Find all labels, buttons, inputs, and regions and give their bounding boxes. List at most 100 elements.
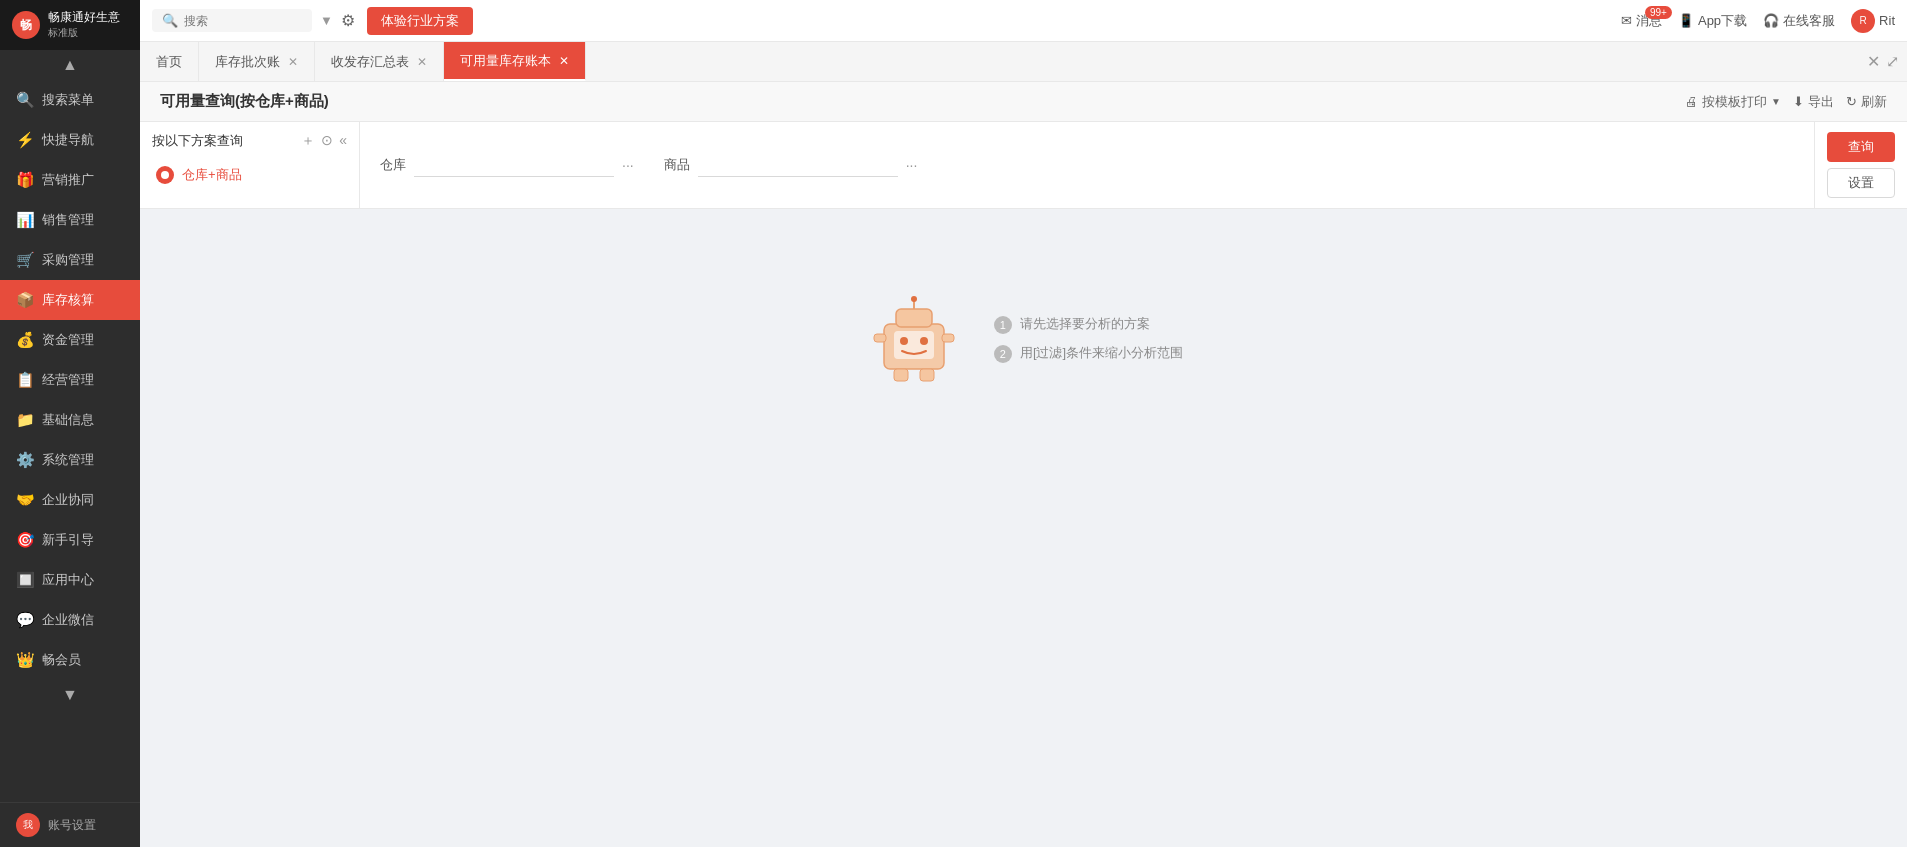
topbar-search-box: 🔍 (152, 9, 312, 32)
sidebar-item-operations[interactable]: 📋 经营管理 (0, 360, 140, 400)
page-header: 可用量查询(按仓库+商品) 🖨 按模板打印 ▼ ⬇ 导出 ↻ 刷新 (140, 82, 1907, 122)
sidebar-item-wechat[interactable]: 💬 企业微信 (0, 600, 140, 640)
print-btn[interactable]: 🖨 按模板打印 ▼ (1685, 93, 1781, 111)
user-name: Rit (1879, 13, 1895, 28)
sidebar-item-cooperation[interactable]: 🤝 企业协同 (0, 480, 140, 520)
message-btn[interactable]: ✉ 消息 99+ (1621, 12, 1662, 30)
target-icon: 🎯 (16, 531, 34, 549)
wechat-icon: 💬 (16, 611, 34, 629)
tab-summary[interactable]: 收发存汇总表 ✕ (315, 42, 444, 81)
sidebar-item-newbie[interactable]: 🎯 新手引导 (0, 520, 140, 560)
export-btn[interactable]: ⬇ 导出 (1793, 93, 1834, 111)
scheme-header-label: 按以下方案查询 (152, 132, 243, 150)
industry-btn[interactable]: 体验行业方案 (367, 7, 473, 35)
tip-num-1: 1 (994, 316, 1012, 334)
sidebar-item-shortcut[interactable]: ⚡ 快捷导航 (0, 120, 140, 160)
sidebar-brand-subtitle: 标准版 (48, 26, 120, 40)
tip-text-1: 请先选择要分析的方案 (1020, 315, 1150, 333)
svg-point-10 (911, 296, 917, 302)
message-badge: 99+ (1645, 6, 1672, 19)
svg-rect-7 (942, 334, 954, 342)
svg-point-5 (920, 337, 928, 345)
folder-icon: 📁 (16, 411, 34, 429)
tab-summary-close[interactable]: ✕ (417, 55, 427, 69)
tab-home[interactable]: 首页 (140, 42, 199, 81)
sidebar-footer[interactable]: 我 账号设置 (0, 802, 140, 847)
svg-point-4 (900, 337, 908, 345)
empty-tips: 1 请先选择要分析的方案 2 用[过滤]条件来缩小分析范围 (994, 315, 1183, 363)
filter-warehouse-label: 仓库 (380, 156, 406, 174)
refresh-btn[interactable]: ↻ 刷新 (1846, 93, 1887, 111)
scheme-dot (156, 166, 174, 184)
scheme-collapse-icon[interactable]: « (339, 132, 347, 150)
sidebar-scroll-up[interactable]: ▲ (0, 50, 140, 80)
main-area: 🔍 ▼ ⚙ 体验行业方案 ✉ 消息 99+ 📱 App下载 🎧 在线客服 R R… (140, 0, 1907, 847)
query-section: 按以下方案查询 ＋ ⊙ « 仓库+商品 仓库 (140, 122, 1907, 209)
export-icon: ⬇ (1793, 94, 1804, 109)
settings-icon[interactable]: ⚙ (341, 11, 355, 30)
empty-state-inner: 1 请先选择要分析的方案 2 用[过滤]条件来缩小分析范围 (864, 289, 1183, 389)
filter-goods-more[interactable]: ··· (906, 157, 918, 173)
query-btn[interactable]: 查询 (1827, 132, 1895, 162)
svg-point-0 (161, 171, 169, 179)
sidebar-item-system[interactable]: ⚙️ 系统管理 (0, 440, 140, 480)
topbar: 🔍 ▼ ⚙ 体验行业方案 ✉ 消息 99+ 📱 App下载 🎧 在线客服 R R… (140, 0, 1907, 42)
sidebar-footer-label: 账号设置 (48, 817, 96, 834)
tab-summary-label: 收发存汇总表 (331, 53, 409, 71)
sidebar-item-inventory[interactable]: 📦 库存核算 (0, 280, 140, 320)
close-all-tabs-icon[interactable]: ✕ (1867, 52, 1880, 71)
topbar-right: ✉ 消息 99+ 📱 App下载 🎧 在线客服 R Rit (1621, 9, 1895, 33)
scheme-header: 按以下方案查询 ＋ ⊙ « (140, 132, 359, 158)
app-download-btn[interactable]: 📱 App下载 (1678, 12, 1747, 30)
scheme-panel: 按以下方案查询 ＋ ⊙ « 仓库+商品 (140, 122, 360, 208)
grid-icon: 🔲 (16, 571, 34, 589)
sidebar-item-member[interactable]: 👑 畅会员 (0, 640, 140, 680)
filter-goods-label: 商品 (664, 156, 690, 174)
sidebar-item-appcenter[interactable]: 🔲 应用中心 (0, 560, 140, 600)
sidebar-item-basic[interactable]: 📁 基础信息 (0, 400, 140, 440)
scheme-add-icon[interactable]: ＋ (301, 132, 315, 150)
sidebar-item-purchase[interactable]: 🛒 采购管理 (0, 240, 140, 280)
filter-warehouse-input[interactable] (414, 153, 614, 177)
query-settings-btn[interactable]: 设置 (1827, 168, 1895, 198)
sidebar-header: 畅 畅康通好生意 标准版 (0, 0, 140, 50)
gear-icon: ⚙️ (16, 451, 34, 469)
filter-panel: 仓库 ··· 商品 ··· (360, 122, 1814, 208)
sidebar-item-marketing[interactable]: 🎁 营销推广 (0, 160, 140, 200)
sidebar-nav: ▲ 🔍 搜索菜单 ⚡ 快捷导航 🎁 营销推广 📊 销售管理 🛒 采购管理 📦 库… (0, 50, 140, 802)
svg-rect-11 (894, 369, 908, 381)
sidebar-scroll-down[interactable]: ▼ (0, 680, 140, 710)
tab-batch-close[interactable]: ✕ (288, 55, 298, 69)
tab-batch[interactable]: 库存批次账 ✕ (199, 42, 315, 81)
online-service-btn[interactable]: 🎧 在线客服 (1763, 12, 1835, 30)
sidebar-item-finance[interactable]: 💰 资金管理 (0, 320, 140, 360)
refresh-icon: ↻ (1846, 94, 1857, 109)
print-icon: 🖨 (1685, 94, 1698, 109)
sidebar-item-sales[interactable]: 📊 销售管理 (0, 200, 140, 240)
message-icon: ✉ (1621, 13, 1632, 28)
tab-available[interactable]: 可用量库存账本 ✕ (444, 42, 586, 81)
cart-icon: 🛒 (16, 251, 34, 269)
user-menu-btn[interactable]: R Rit (1851, 9, 1895, 33)
filter-goods-input[interactable] (698, 153, 898, 177)
filter-warehouse-more[interactable]: ··· (622, 157, 634, 173)
svg-rect-12 (920, 369, 934, 381)
box-icon: 📦 (16, 291, 34, 309)
filter-goods: 商品 ··· (664, 153, 918, 177)
clipboard-icon: 📋 (16, 371, 34, 389)
svg-rect-6 (874, 334, 886, 342)
sidebar: 畅 畅康通好生意 标准版 ▲ 🔍 搜索菜单 ⚡ 快捷导航 🎁 营销推广 📊 销售… (0, 0, 140, 847)
scheme-item-label: 仓库+商品 (182, 166, 242, 184)
sidebar-item-search[interactable]: 🔍 搜索菜单 (0, 80, 140, 120)
service-icon: 🎧 (1763, 13, 1779, 28)
search-input[interactable] (184, 14, 302, 28)
empty-tip-1: 1 请先选择要分析的方案 (994, 315, 1183, 334)
expand-icon[interactable]: ⤢ (1886, 52, 1899, 71)
tab-available-close[interactable]: ✕ (559, 54, 569, 68)
sidebar-brand-name: 畅康通好生意 (48, 10, 120, 26)
handshake-icon: 🤝 (16, 491, 34, 509)
scheme-settings-icon[interactable]: ⊙ (321, 132, 333, 150)
topbar-dropdown-icon[interactable]: ▼ (320, 13, 333, 28)
scheme-item-warehouse-goods[interactable]: 仓库+商品 (140, 158, 359, 192)
shortcut-icon: ⚡ (16, 131, 34, 149)
